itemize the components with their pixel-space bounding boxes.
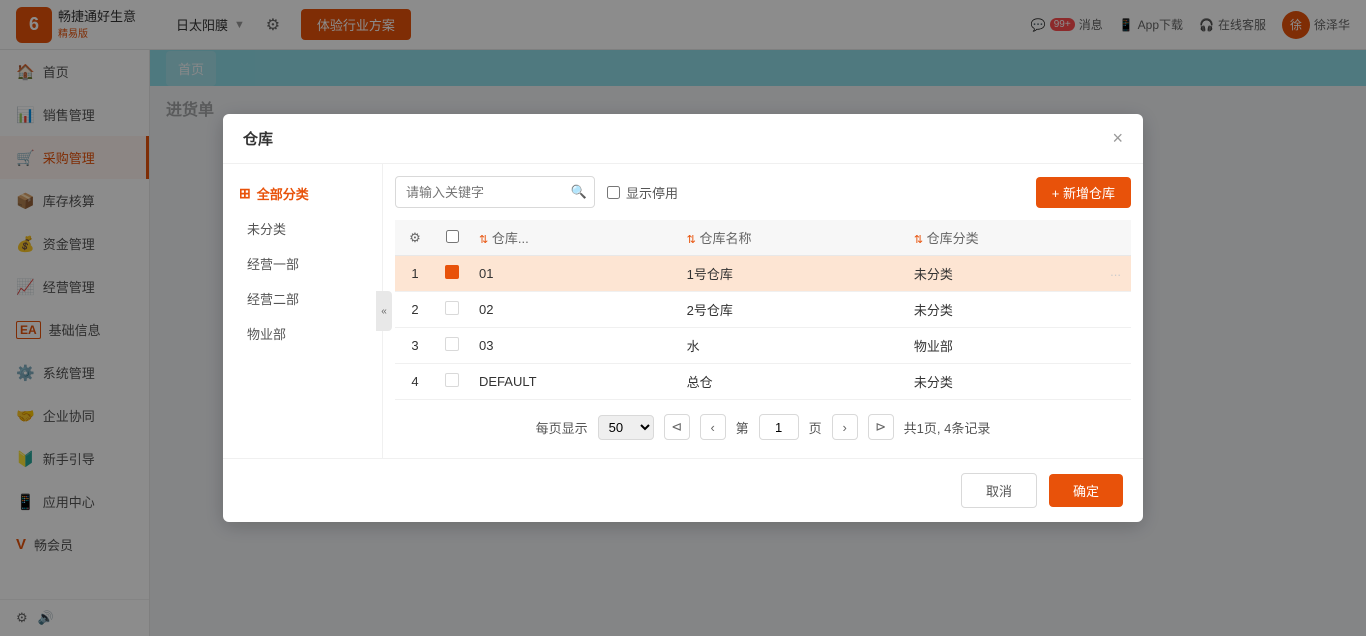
col-name: ⇅ 仓库名称 [677,220,904,256]
row-code-4: DEFAULT [469,364,677,400]
row-name-1: 1号仓库 [677,256,904,292]
right-panel: 🔍 显示停用 + 新增仓库 ⚙ [383,164,1143,458]
last-page-btn[interactable]: ⊳ [868,414,894,440]
search-input[interactable] [395,176,595,208]
modal-footer: 取消 确定 [223,458,1143,522]
table-row[interactable]: 2 02 2号仓库 未分类 [395,292,1131,328]
warehouse-table: ⚙ ⇅ 仓库... ⇅ 仓库名称 [395,220,1131,400]
add-warehouse-button[interactable]: + 新增仓库 [1036,177,1131,208]
modal-title: 仓库 [243,128,273,149]
row-settings-1: 1 [395,256,435,292]
search-icon[interactable]: 🔍 [571,184,587,200]
prev-page-btn[interactable]: ‹ [700,414,726,440]
table-body: 1 01 1号仓库 未分类 ... [395,256,1131,400]
show-disabled-checkbox[interactable]: 显示停用 [607,183,678,202]
row-checkbox-2[interactable] [435,292,469,328]
modal-header: 仓库 × [223,114,1143,164]
col-code: ⇅ 仓库... [469,220,677,256]
row-action-1[interactable]: ... [1110,264,1121,279]
row-name-3: 水 [677,328,904,364]
col-category: ⇅ 仓库分类 [904,220,1131,256]
row-checkbox-1[interactable] [435,256,469,292]
warehouse-modal: 仓库 × ⊞ 全部分类 未分类 经营一部 经营二部 [223,114,1143,522]
modal-overlay: 仓库 × ⊞ 全部分类 未分类 经营一部 经营二部 [0,0,1366,636]
confirm-button[interactable]: 确定 [1049,474,1123,507]
category-item-uncategorized[interactable]: 未分类 [223,211,382,246]
grid-icon: ⊞ [239,185,251,202]
search-input-wrap: 🔍 [395,176,595,208]
collapse-panel-btn[interactable]: « [376,291,392,331]
row-name-2: 2号仓库 [677,292,904,328]
first-page-btn[interactable]: ⊲ [664,414,690,440]
warehouse-table-container: ⚙ ⇅ 仓库... ⇅ 仓库名称 [395,220,1131,400]
page-number-input[interactable] [759,414,799,440]
row-settings-2: 2 [395,292,435,328]
table-row[interactable]: 4 DEFAULT 总仓 未分类 [395,364,1131,400]
row-settings-4: 4 [395,364,435,400]
row-category-4: 未分类 [904,364,1131,400]
select-all-checkbox[interactable] [446,230,459,243]
col-settings: ⚙ [395,220,435,256]
search-bar: 🔍 显示停用 + 新增仓库 [395,176,1131,208]
table-row[interactable]: 1 01 1号仓库 未分类 ... [395,256,1131,292]
cancel-button[interactable]: 取消 [961,473,1037,508]
modal-close-button[interactable]: × [1112,128,1123,149]
table-header: ⚙ ⇅ 仓库... ⇅ 仓库名称 [395,220,1131,256]
table-row[interactable]: 3 03 水 物业部 [395,328,1131,364]
row-category-2: 未分类 [904,292,1131,328]
checkbox-3[interactable] [445,337,459,351]
row-code-1: 01 [469,256,677,292]
modal-body: ⊞ 全部分类 未分类 经营一部 经营二部 物业部 « [223,164,1143,458]
row-category-1: 未分类 ... [904,256,1131,292]
row-code-2: 02 [469,292,677,328]
row-settings-3: 3 [395,328,435,364]
row-checkbox-4[interactable] [435,364,469,400]
show-disabled-input[interactable] [607,186,620,199]
sort-icon: ⇅ [479,234,488,246]
category-item-property[interactable]: 物业部 [223,316,382,351]
next-page-btn[interactable]: › [832,414,858,440]
row-checkbox-3[interactable] [435,328,469,364]
category-item-ops2[interactable]: 经营二部 [223,281,382,316]
sort-icon-name: ⇅ [687,234,696,246]
all-categories-btn[interactable]: ⊞ 全部分类 [223,176,382,211]
row-name-4: 总仓 [677,364,904,400]
checkbox-1[interactable] [445,265,459,279]
row-code-3: 03 [469,328,677,364]
row-category-3: 物业部 [904,328,1131,364]
pagination: 每页显示 50 20 100 ⊲ ‹ 第 页 › ⊳ 共1页, 4条记录 [395,400,1131,446]
checkbox-2[interactable] [445,301,459,315]
sort-icon-cat: ⇅ [914,234,923,246]
col-checkbox [435,220,469,256]
category-panel: ⊞ 全部分类 未分类 经营一部 经营二部 物业部 « [223,164,383,458]
category-item-ops1[interactable]: 经营一部 [223,246,382,281]
page-size-select[interactable]: 50 20 100 [598,415,654,440]
checkbox-4[interactable] [445,373,459,387]
